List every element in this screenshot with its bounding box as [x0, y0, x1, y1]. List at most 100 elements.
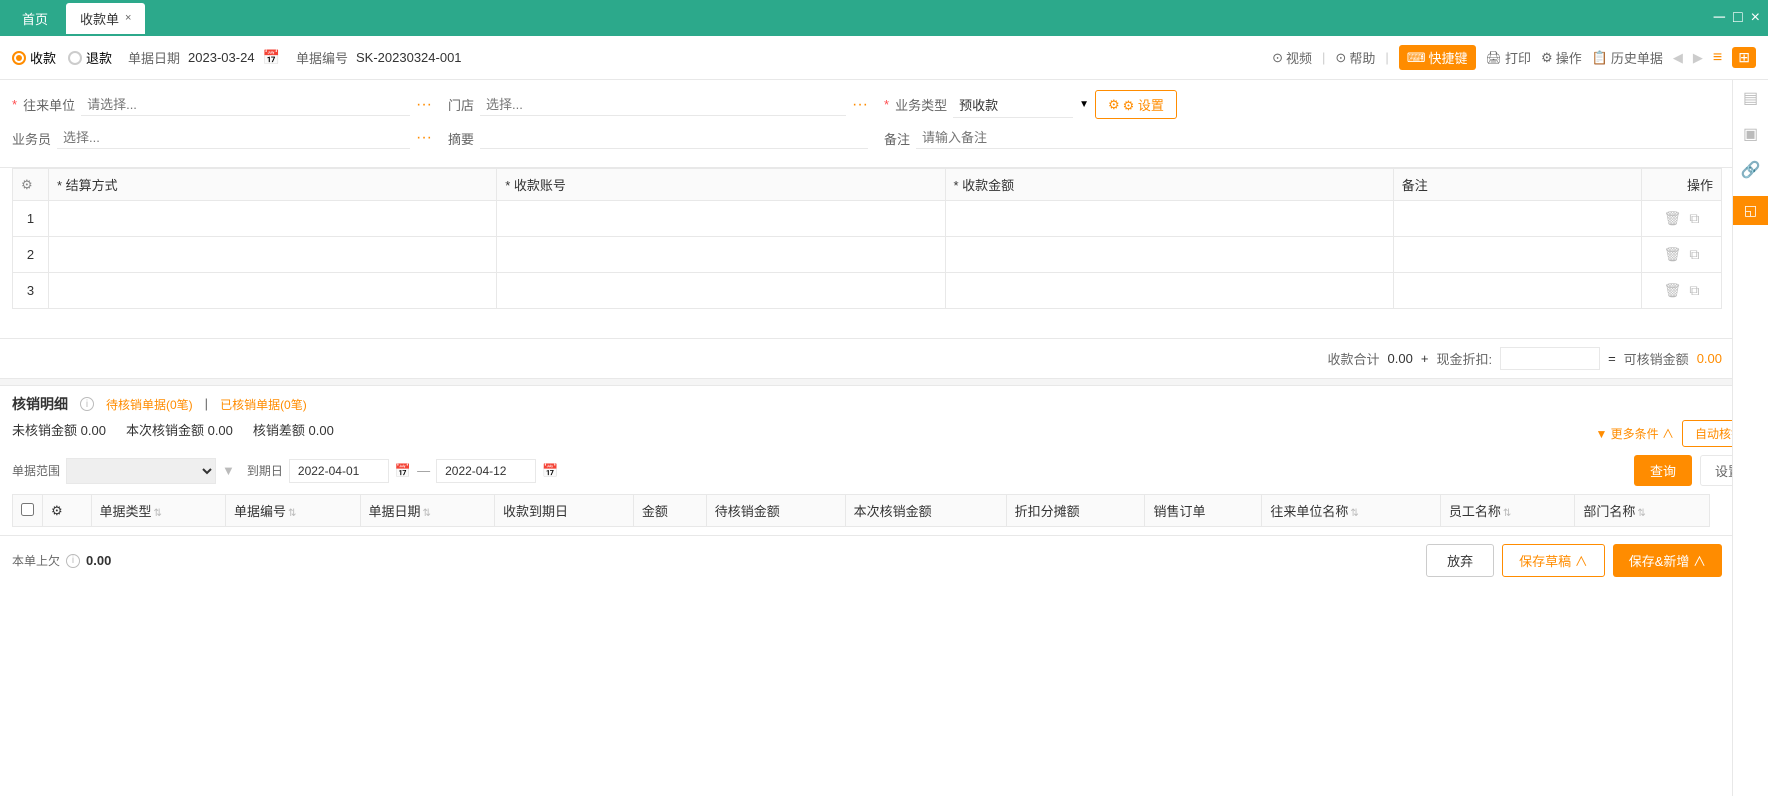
window-min-icon[interactable]: ─ [1714, 9, 1725, 27]
toolbar-date-section: 单据日期 2023-03-24 📅 [128, 48, 280, 67]
sidebar-grid-icon[interactable]: ▣ [1743, 124, 1758, 144]
form-row-2: 业务员 ··· 摘要 备注 [12, 127, 1756, 149]
row-3-settlement[interactable] [49, 273, 497, 309]
bottom-right: 放弃 保存草稿 ∧ 保存&新增 ∧ [1426, 544, 1722, 577]
remark-input[interactable] [916, 127, 1756, 149]
row-2-amount[interactable] [945, 237, 1393, 273]
row-3-amount[interactable] [945, 273, 1393, 309]
print-icon: 🖨 [1486, 50, 1503, 66]
tab-receipt[interactable]: 收款单 × [66, 3, 145, 34]
row-1-ops: 🗑 ⧉ [1650, 210, 1713, 227]
row-2-copy-icon[interactable]: ⧉ [1689, 246, 1699, 263]
total-info-icon[interactable]: i [66, 554, 80, 568]
receipt-table: ⚙ * 结算方式 * 收款账号 * 收款金额 备注 操作 1 🗑 [12, 168, 1722, 309]
more-conditions-btn[interactable]: ▼ 更多条件 ∧ [1595, 425, 1674, 442]
query-btn[interactable]: 查询 [1634, 455, 1692, 486]
nuclear-info-icon[interactable]: i [80, 397, 94, 411]
operation-btn[interactable]: ⚙ 操作 [1541, 48, 1582, 67]
row-2-remark[interactable] [1393, 237, 1641, 273]
save-new-btn[interactable]: 保存&新增 ∧ [1613, 544, 1722, 577]
row-2-delete-icon[interactable]: 🗑 [1664, 246, 1682, 263]
number-label: 单据编号 [296, 48, 348, 67]
bottom-col-pending: 待核销金额 [706, 495, 845, 527]
row-2-account[interactable] [497, 237, 945, 273]
partner-field: * 往来单位 ··· [12, 94, 432, 116]
row-2-settlement[interactable] [49, 237, 497, 273]
range-select[interactable] [66, 458, 216, 484]
select-all-checkbox[interactable] [21, 503, 34, 516]
date-from-calendar-icon[interactable]: 📅 [395, 463, 411, 479]
biztype-chevron-icon[interactable]: ▼ [1079, 99, 1089, 110]
row-1-remark[interactable] [1393, 201, 1641, 237]
bottom-table-wrapper: ⚙ 单据类型⇅ 单据编号⇅ 单据日期⇅ 收款到期日 金额 待核销金额 本次核销金… [12, 494, 1756, 527]
staff-field: 业务员 ··· [12, 127, 432, 149]
abandon-btn[interactable]: 放弃 [1426, 544, 1494, 577]
diff-stat: 核销差额 0.00 [253, 420, 334, 447]
bottom-col-current: 本次核销金额 [845, 495, 1006, 527]
date-from-input[interactable] [289, 459, 389, 483]
diff-value: 0.00 [309, 423, 334, 438]
grid-icon[interactable]: ⊞ [1732, 47, 1756, 68]
row-3-delete-icon[interactable]: 🗑 [1664, 282, 1682, 299]
sidebar-link-icon[interactable]: 🔗 [1741, 160, 1761, 180]
table-header-gear[interactable]: ⚙ [13, 169, 49, 201]
window-max-icon[interactable]: □ [1733, 9, 1743, 27]
date-value[interactable]: 2023-03-24 [188, 50, 255, 65]
radio-refund[interactable]: 退款 [68, 48, 112, 67]
nuclear-title: 核销明细 [12, 394, 68, 414]
settings-button[interactable]: ⚙ ⚙ 设置 [1095, 90, 1177, 119]
sidebar-expand-icon[interactable]: ◱ [1733, 196, 1768, 225]
row-3-account[interactable] [497, 273, 945, 309]
summary-input[interactable] [480, 127, 868, 149]
menu-icon[interactable]: ≡ [1713, 49, 1722, 67]
row-3-copy-icon[interactable]: ⧉ [1689, 282, 1699, 299]
print-btn[interactable]: 🖨 打印 [1486, 48, 1532, 67]
unverified-label: 未核销金额 [12, 423, 77, 438]
settings-gear-icon: ⚙ [1108, 97, 1120, 113]
staff-more-icon[interactable]: ··· [416, 129, 432, 147]
row-1-delete-icon[interactable]: 🗑 [1664, 210, 1682, 227]
tab-home[interactable]: 首页 [8, 3, 62, 34]
window-close-icon[interactable]: × [1751, 9, 1760, 27]
col-gear[interactable]: ⚙ [43, 495, 92, 527]
partner-input[interactable] [81, 94, 410, 116]
staff-input[interactable] [57, 127, 410, 149]
tab-done[interactable]: 已核销单据(0笔) [220, 396, 307, 413]
draft-btn[interactable]: 保存草稿 ∧ [1502, 544, 1605, 577]
bottom-table: ⚙ 单据类型⇅ 单据编号⇅ 单据日期⇅ 收款到期日 金额 待核销金额 本次核销金… [12, 494, 1710, 527]
radio-receipt[interactable]: 收款 [12, 48, 56, 67]
row-3-remark[interactable] [1393, 273, 1641, 309]
row-1-account[interactable] [497, 201, 945, 237]
history-btn[interactable]: 📋 历史单据 [1592, 48, 1663, 67]
help-btn[interactable]: ⊙ 帮助 [1335, 48, 1375, 67]
col-remark: 备注 [1393, 169, 1641, 201]
store-more-icon[interactable]: ··· [852, 96, 868, 114]
bottom-col-order: 销售订单 [1145, 495, 1262, 527]
store-input[interactable] [480, 94, 846, 116]
calendar-icon[interactable]: 📅 [263, 49, 280, 66]
date-to-calendar-icon[interactable]: 📅 [542, 463, 558, 479]
toolbar-number-section: 单据编号 SK-20230324-001 [296, 48, 462, 67]
sidebar-table-icon[interactable]: ▤ [1743, 88, 1758, 108]
table-row: 2 🗑 ⧉ [13, 237, 1722, 273]
tab-pending[interactable]: 待核销单据(0笔) [106, 396, 193, 413]
discount-input[interactable] [1500, 347, 1600, 370]
row-num-2: 2 [13, 237, 49, 273]
row-1-copy-icon[interactable]: ⧉ [1689, 210, 1699, 227]
nuclear-header: 核销明细 i 待核销单据(0笔) | 已核销单据(0笔) [12, 394, 1756, 414]
row-1-settlement[interactable] [49, 201, 497, 237]
biztype-select[interactable]: 预收款 [953, 92, 1073, 118]
row-num-1: 1 [13, 201, 49, 237]
settings-label: ⚙ 设置 [1123, 95, 1164, 114]
summary-label: 摘要 [448, 129, 474, 148]
table-row: 1 🗑 ⧉ [13, 201, 1722, 237]
divider2: | [1385, 50, 1388, 65]
partner-more-icon[interactable]: ··· [416, 96, 432, 114]
toolbar: 收款 退款 单据日期 2023-03-24 📅 单据编号 SK-20230324… [0, 36, 1768, 80]
bottom-col-amount: 金额 [633, 495, 706, 527]
row-1-amount[interactable] [945, 201, 1393, 237]
tab-close-icon[interactable]: × [125, 12, 131, 24]
date-to-input[interactable] [436, 459, 536, 483]
shortcut-btn[interactable]: ⌨ 快捷键 [1399, 45, 1476, 70]
video-btn[interactable]: ⊙ 视频 [1272, 48, 1312, 67]
